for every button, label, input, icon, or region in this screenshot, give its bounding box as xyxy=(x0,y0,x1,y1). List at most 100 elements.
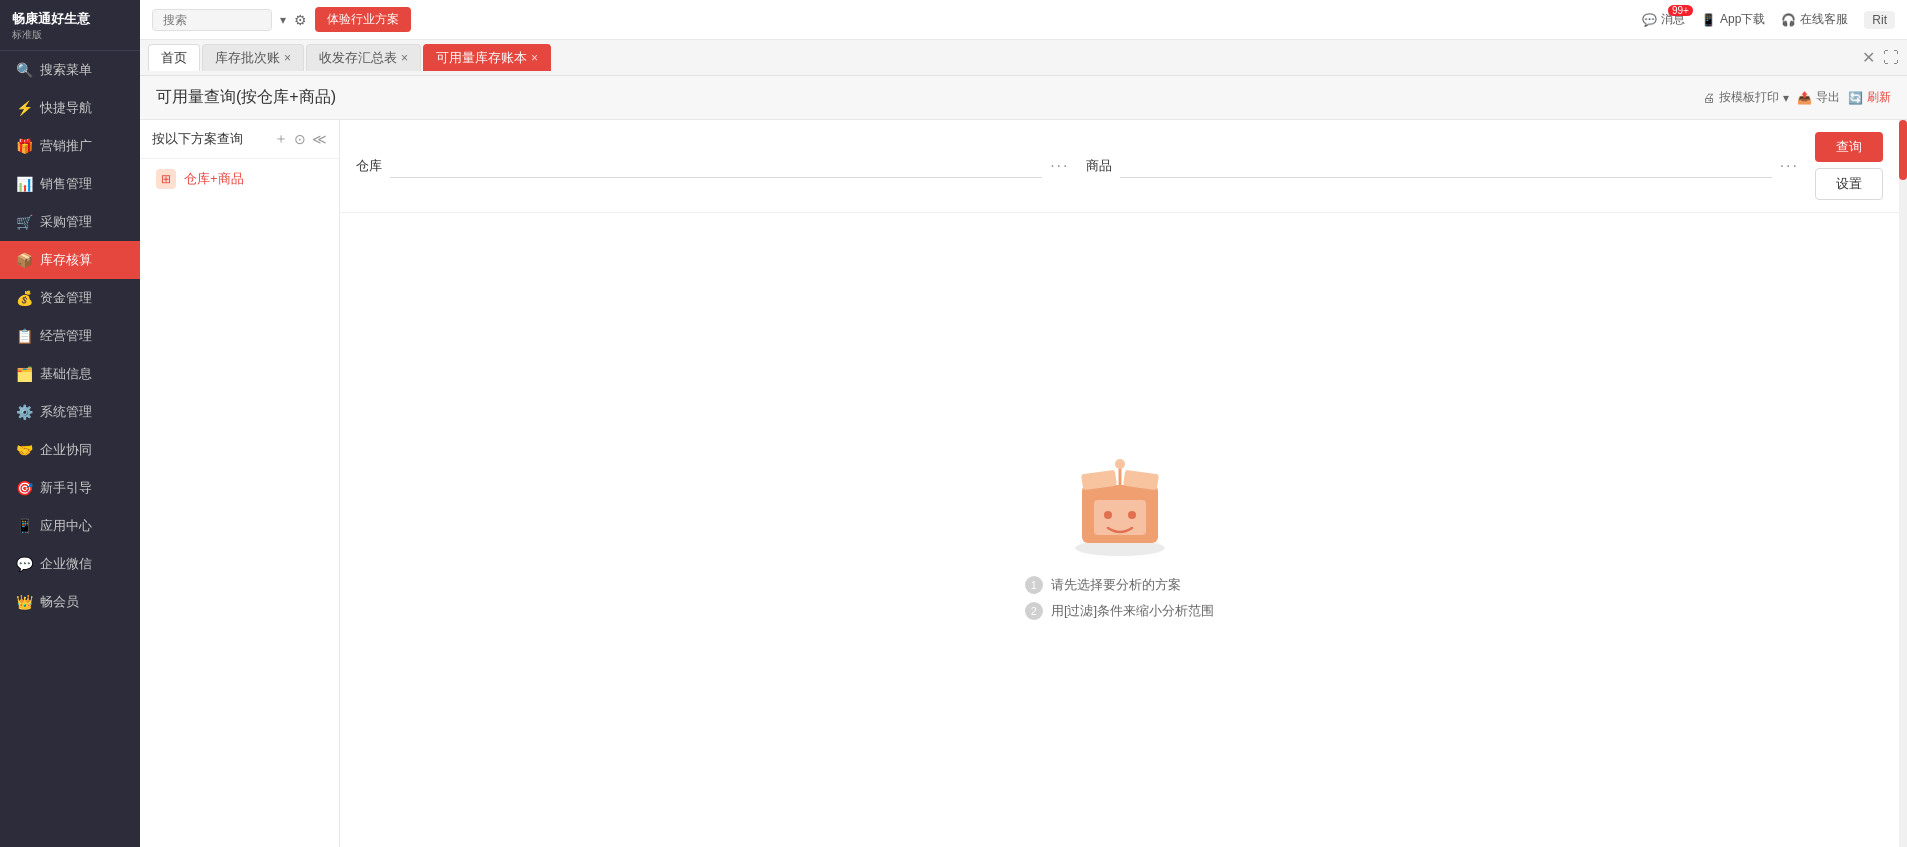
sidebar-item-purchase[interactable]: 🛒 采购管理 xyxy=(0,203,140,241)
sidebar-item-label: 采购管理 xyxy=(40,213,92,231)
hint-num-2: 2 xyxy=(1025,602,1043,620)
phone-icon: 📱 xyxy=(16,518,32,534)
tab-available[interactable]: 可用量库存账本 × xyxy=(423,44,551,71)
tab-batch-close-icon[interactable]: × xyxy=(284,51,291,65)
message-badge: 99+ xyxy=(1668,5,1693,16)
service-button[interactable]: 🎧 在线客服 xyxy=(1781,11,1848,28)
export-label: 导出 xyxy=(1816,89,1840,106)
cart-icon: 🛒 xyxy=(16,214,32,230)
empty-hint-1: 1 请先选择要分析的方案 xyxy=(1025,576,1214,594)
expand-button[interactable]: ⛶ xyxy=(1883,49,1899,67)
manage-scheme-icon[interactable]: ⊙ xyxy=(294,131,306,147)
tabs-bar: 首页 库存批次账 × 收发存汇总表 × 可用量库存账本 × ✕ ⛶ xyxy=(140,40,1907,76)
sidebar-item-label: 快捷导航 xyxy=(40,99,92,117)
scheme-item-warehouse-goods[interactable]: ⊞ 仓库+商品 xyxy=(140,159,339,199)
template-dropdown-icon[interactable]: ▾ xyxy=(1783,91,1789,105)
refresh-label: 刷新 xyxy=(1867,89,1891,106)
empty-state: 1 请先选择要分析的方案 2 用[过滤]条件来缩小分析范围 xyxy=(340,213,1899,847)
username-label: Rit xyxy=(1872,13,1887,27)
sidebar-item-basic[interactable]: 🗂️ 基础信息 xyxy=(0,355,140,393)
sidebar-item-label: 畅会员 xyxy=(40,593,79,611)
sidebar-item-marketing[interactable]: 🎁 营销推广 xyxy=(0,127,140,165)
scheme-panel-actions: ＋ ⊙ ≪ xyxy=(274,130,327,148)
sidebar-item-member[interactable]: 👑 畅会员 xyxy=(0,583,140,621)
gift-icon: 🎁 xyxy=(16,138,32,154)
crown-icon: 👑 xyxy=(16,594,32,610)
refresh-button[interactable]: 🔄 刷新 xyxy=(1848,89,1891,106)
dropdown-arrow-icon[interactable]: ▾ xyxy=(280,13,286,27)
warehouse-filter-label: 仓库 xyxy=(356,157,382,175)
empty-svg xyxy=(1060,440,1180,560)
sidebar-item-newbie[interactable]: 🎯 新手引导 xyxy=(0,469,140,507)
export-button[interactable]: 📤 导出 xyxy=(1797,89,1840,106)
export-icon: 📤 xyxy=(1797,91,1812,105)
query-area: 仓库 ··· 商品 ··· 查询 设置 xyxy=(340,120,1899,847)
template-print-button[interactable]: 🖨 按模板打印 ▾ xyxy=(1703,89,1789,106)
scheme-icon: ⊞ xyxy=(156,169,176,189)
tab-summary-close-icon[interactable]: × xyxy=(401,51,408,65)
template-print-label: 按模板打印 xyxy=(1719,89,1779,106)
tab-available-label: 可用量库存账本 xyxy=(436,49,527,67)
svg-point-5 xyxy=(1104,511,1112,519)
content-area: 按以下方案查询 ＋ ⊙ ≪ ⊞ 仓库+商品 仓库 ··· xyxy=(140,120,1907,847)
add-scheme-icon[interactable]: ＋ xyxy=(274,130,288,148)
sidebar-item-wechat[interactable]: 💬 企业微信 xyxy=(0,545,140,583)
page-header: 可用量查询(按仓库+商品) 🖨 按模板打印 ▾ 📤 导出 🔄 刷新 xyxy=(140,76,1907,120)
tab-batch-label: 库存批次账 xyxy=(215,49,280,67)
collapse-scheme-icon[interactable]: ≪ xyxy=(312,131,327,147)
tab-batch[interactable]: 库存批次账 × xyxy=(202,44,304,71)
chat-icon: 💬 xyxy=(16,556,32,572)
settings-icon[interactable]: ⚙ xyxy=(294,12,307,28)
goods-more-icon[interactable]: ··· xyxy=(1780,157,1799,175)
warehouse-more-icon[interactable]: ··· xyxy=(1050,157,1069,175)
sidebar-item-search[interactable]: 🔍 搜索菜单 xyxy=(0,51,140,89)
topbar: ▾ ⚙ 体验行业方案 💬 消息 99+ 📱 App下载 🎧 在线客服 Rit xyxy=(140,0,1907,40)
sidebar-item-appstore[interactable]: 📱 应用中心 xyxy=(0,507,140,545)
tab-home[interactable]: 首页 xyxy=(148,44,200,71)
tab-summary-label: 收发存汇总表 xyxy=(319,49,397,67)
hint-text-1: 请先选择要分析的方案 xyxy=(1051,576,1181,594)
sidebar-item-finance[interactable]: 💰 资金管理 xyxy=(0,279,140,317)
tab-home-label: 首页 xyxy=(161,49,187,67)
sidebar-item-quicknav[interactable]: ⚡ 快捷导航 xyxy=(0,89,140,127)
search-input[interactable] xyxy=(152,9,272,31)
gear-icon: ⚙️ xyxy=(16,404,32,420)
headset-icon: 🎧 xyxy=(1781,13,1796,27)
sidebar-item-label: 销售管理 xyxy=(40,175,92,193)
sidebar-item-system[interactable]: ⚙️ 系统管理 xyxy=(0,393,140,431)
sidebar-item-sales[interactable]: 📊 销售管理 xyxy=(0,165,140,203)
printer-icon: 🖨 xyxy=(1703,91,1715,105)
goods-filter-input[interactable] xyxy=(1120,154,1772,178)
sidebar-item-label: 营销推广 xyxy=(40,137,92,155)
app-download-label: App下载 xyxy=(1720,11,1765,28)
query-button[interactable]: 查询 xyxy=(1815,132,1883,162)
sidebar-scroll: 🔍 搜索菜单 ⚡ 快捷导航 🎁 营销推广 📊 销售管理 🛒 采购管理 📦 库存核… xyxy=(0,51,140,847)
message-button[interactable]: 💬 消息 99+ xyxy=(1642,11,1685,28)
sidebar: 畅康通好生意 标准版 🔍 搜索菜单 ⚡ 快捷导航 🎁 营销推广 📊 销售管理 🛒… xyxy=(0,0,140,847)
user-menu[interactable]: Rit xyxy=(1864,11,1895,29)
target-icon: 🎯 xyxy=(16,480,32,496)
svg-rect-4 xyxy=(1094,500,1146,535)
tab-available-close-icon[interactable]: × xyxy=(531,51,538,65)
service-label: 在线客服 xyxy=(1800,11,1848,28)
scrollbar-thumb[interactable] xyxy=(1899,120,1907,180)
setting-button[interactable]: 设置 xyxy=(1815,168,1883,200)
app-download-button[interactable]: 📱 App下载 xyxy=(1701,11,1765,28)
close-all-tabs-button[interactable]: ✕ xyxy=(1862,48,1875,67)
experience-button[interactable]: 体验行业方案 xyxy=(315,7,411,32)
hint-num-1: 1 xyxy=(1025,576,1043,594)
sidebar-item-inventory[interactable]: 📦 库存核算 xyxy=(0,241,140,279)
warehouse-filter-input[interactable] xyxy=(390,154,1042,178)
scheme-item-label: 仓库+商品 xyxy=(184,170,244,188)
tab-summary[interactable]: 收发存汇总表 × xyxy=(306,44,421,71)
sidebar-item-label: 经营管理 xyxy=(40,327,92,345)
sidebar-item-enterprise[interactable]: 🤝 企业协同 xyxy=(0,431,140,469)
sidebar-item-operations[interactable]: 📋 经营管理 xyxy=(0,317,140,355)
page-title: 可用量查询(按仓库+商品) xyxy=(156,87,1703,108)
folder-icon: 🗂️ xyxy=(16,366,32,382)
hint-text-2: 用[过滤]条件来缩小分析范围 xyxy=(1051,602,1214,620)
main-area: ▾ ⚙ 体验行业方案 💬 消息 99+ 📱 App下载 🎧 在线客服 Rit xyxy=(140,0,1907,847)
chart-icon: 📊 xyxy=(16,176,32,192)
money-icon: 💰 xyxy=(16,290,32,306)
sidebar-item-label: 搜索菜单 xyxy=(40,61,92,79)
